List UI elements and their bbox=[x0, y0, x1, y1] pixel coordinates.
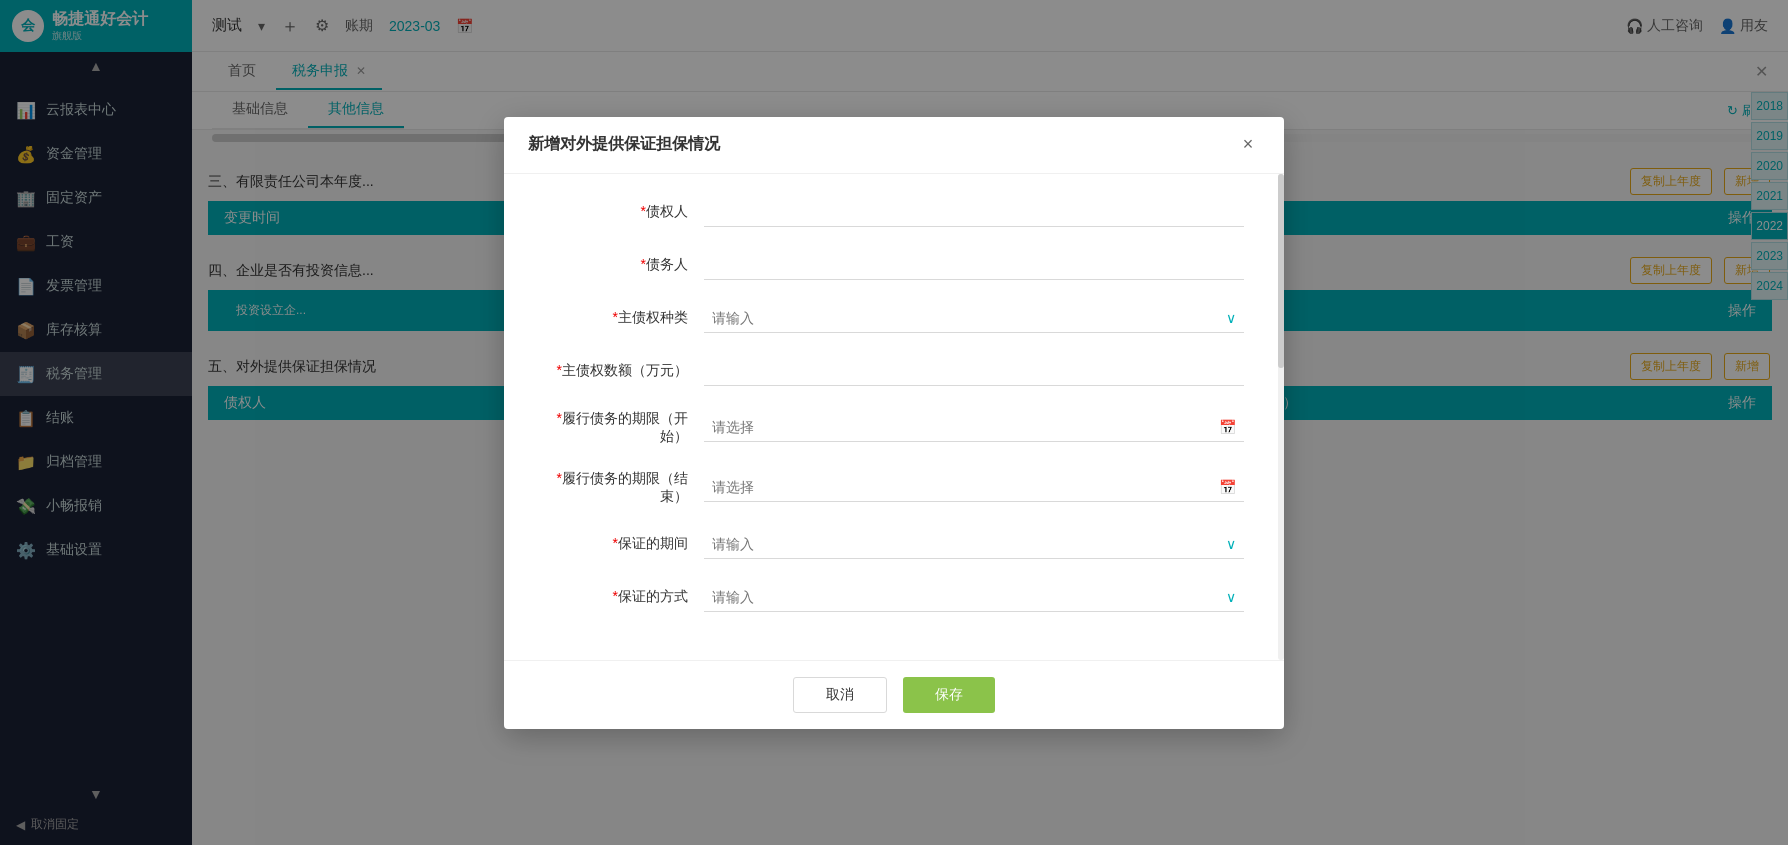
guarantee-period-input[interactable] bbox=[704, 530, 1218, 558]
debt-amount-label: *主债权数额（万元） bbox=[544, 362, 704, 380]
debtor-label: *债务人 bbox=[544, 256, 704, 274]
modal-overlay: 新增对外提供保证担保情况 × *债权人 *债务人 bbox=[0, 0, 1788, 845]
debtor-input[interactable] bbox=[704, 251, 1244, 280]
form-row-debt-type: *主债权种类 ∨ bbox=[544, 304, 1244, 333]
required-mark: * bbox=[613, 535, 618, 551]
guarantee-method-input[interactable] bbox=[704, 583, 1218, 611]
required-mark: * bbox=[613, 309, 618, 325]
debt-amount-input[interactable] bbox=[704, 357, 1244, 386]
form-row-guarantee-method: *保证的方式 ∨ bbox=[544, 583, 1244, 612]
required-mark: * bbox=[641, 203, 646, 219]
save-button[interactable]: 保存 bbox=[903, 677, 995, 713]
debt-type-input[interactable] bbox=[704, 304, 1218, 332]
modal-close-button[interactable]: × bbox=[1236, 133, 1260, 157]
debt-type-chevron-icon[interactable]: ∨ bbox=[1218, 310, 1244, 326]
period-start-input[interactable] bbox=[704, 413, 1211, 441]
period-start-label: *履行债务的期限（开始） bbox=[544, 410, 704, 446]
form-row-debt-amount: *主债权数额（万元） bbox=[544, 357, 1244, 386]
form-row-guarantee-period: *保证的期间 ∨ bbox=[544, 530, 1244, 559]
guarantee-method-chevron-icon[interactable]: ∨ bbox=[1218, 589, 1244, 605]
cancel-button[interactable]: 取消 bbox=[793, 677, 887, 713]
guarantee-period-select-wrapper: ∨ bbox=[704, 530, 1244, 559]
required-mark: * bbox=[641, 256, 646, 272]
form-row-debtor: *债务人 bbox=[544, 251, 1244, 280]
modal-scrollbar bbox=[1278, 174, 1284, 660]
period-end-date-wrapper: 📅 bbox=[704, 473, 1244, 502]
creditor-input[interactable] bbox=[704, 198, 1244, 227]
modal-title: 新增对外提供保证担保情况 bbox=[528, 134, 720, 155]
period-end-calendar-icon[interactable]: 📅 bbox=[1211, 479, 1244, 495]
period-end-label: *履行债务的期限（结束） bbox=[544, 470, 704, 506]
guarantee-period-label: *保证的期间 bbox=[544, 535, 704, 553]
required-mark: * bbox=[557, 410, 562, 426]
period-start-date-wrapper: 📅 bbox=[704, 413, 1244, 442]
form-row-period-end: *履行债务的期限（结束） 📅 bbox=[544, 470, 1244, 506]
period-start-calendar-icon[interactable]: 📅 bbox=[1211, 419, 1244, 435]
form-row-period-start: *履行债务的期限（开始） 📅 bbox=[544, 410, 1244, 446]
modal-header: 新增对外提供保证担保情况 × bbox=[504, 117, 1284, 174]
modal-scroll-thumb bbox=[1278, 174, 1284, 368]
period-end-input[interactable] bbox=[704, 473, 1211, 501]
form-row-creditor: *债权人 bbox=[544, 198, 1244, 227]
required-mark: * bbox=[557, 470, 562, 486]
debt-type-select-wrapper: ∨ bbox=[704, 304, 1244, 333]
required-mark: * bbox=[613, 588, 618, 604]
creditor-label: *债权人 bbox=[544, 203, 704, 221]
required-mark: * bbox=[557, 362, 562, 378]
modal: 新增对外提供保证担保情况 × *债权人 *债务人 bbox=[504, 117, 1284, 729]
guarantee-method-label: *保证的方式 bbox=[544, 588, 704, 606]
guarantee-method-select-wrapper: ∨ bbox=[704, 583, 1244, 612]
guarantee-period-chevron-icon[interactable]: ∨ bbox=[1218, 536, 1244, 552]
debt-type-label: *主债权种类 bbox=[544, 309, 704, 327]
modal-body: *债权人 *债务人 *主债权种类 ∨ bbox=[504, 174, 1284, 660]
modal-footer: 取消 保存 bbox=[504, 660, 1284, 729]
